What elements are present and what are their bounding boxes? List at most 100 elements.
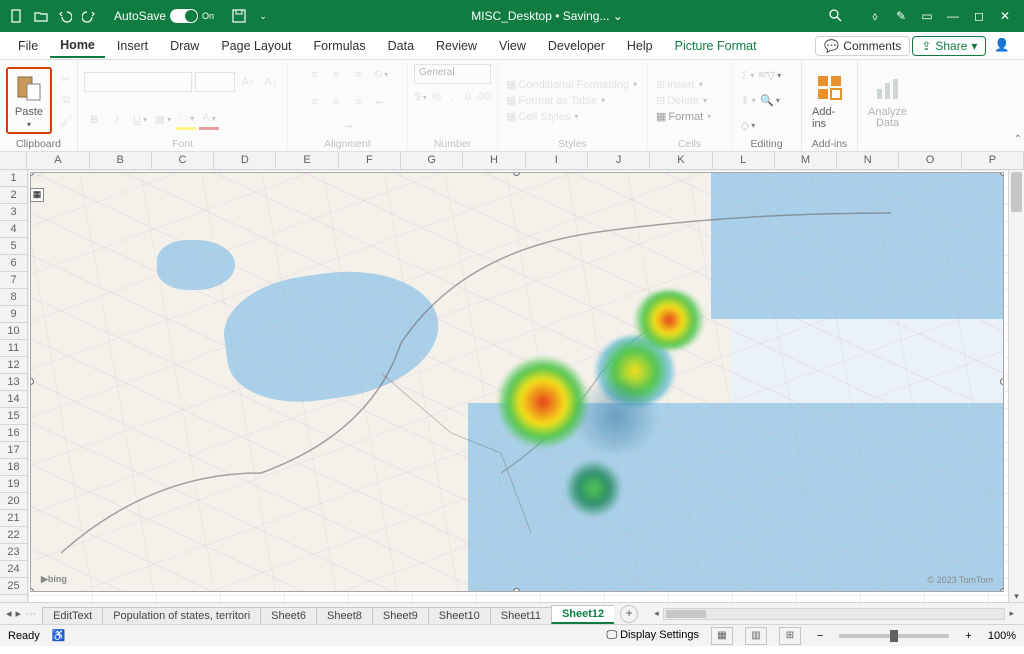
bold-icon[interactable]: B [84, 110, 104, 130]
addins-button[interactable]: Add-ins [808, 70, 851, 132]
col-header[interactable]: D [214, 152, 276, 169]
increase-font-icon[interactable]: A↑ [238, 72, 258, 92]
align-center-icon[interactable]: ≡ [327, 92, 347, 112]
align-left-icon[interactable]: ≡ [305, 92, 325, 112]
cells-grid[interactable]: ▶bing © 2023 TomTom ▦ [28, 170, 1008, 602]
autosave-toggle[interactable]: AutoSave On [106, 9, 222, 23]
col-header[interactable]: P [962, 152, 1024, 169]
resize-handle[interactable] [30, 588, 34, 592]
indent-inc-icon[interactable]: ⇥ [338, 116, 358, 136]
align-right-icon[interactable]: ≡ [349, 92, 369, 112]
font-color-icon[interactable]: A [199, 110, 219, 130]
tab-help[interactable]: Help [617, 35, 663, 57]
tab-page-layout[interactable]: Page Layout [211, 35, 301, 57]
maximize-icon[interactable]: ◻ [970, 7, 988, 25]
zoom-in-icon[interactable]: + [961, 630, 975, 642]
tab-developer[interactable]: Developer [538, 35, 615, 57]
copy-icon[interactable]: ⧉ [56, 91, 76, 111]
resize-handle[interactable] [1000, 172, 1004, 176]
comments-button[interactable]: 💬 Comments [815, 36, 910, 56]
clear-icon[interactable]: ◇ [738, 116, 758, 136]
hscroll-thumb[interactable] [666, 610, 706, 618]
row-header[interactable]: 6 [0, 255, 27, 272]
sheet-tab[interactable]: Sheet8 [316, 607, 373, 624]
row-header[interactable]: 22 [0, 527, 27, 544]
zoom-value[interactable]: 100% [988, 630, 1016, 642]
tab-review[interactable]: Review [426, 35, 487, 57]
align-top-icon[interactable]: ≡ [305, 65, 325, 85]
sheet-tab-active[interactable]: Sheet12 [551, 605, 614, 624]
redo-icon[interactable] [80, 7, 98, 25]
col-header[interactable]: J [588, 152, 650, 169]
tab-formulas[interactable]: Formulas [304, 35, 376, 57]
row-header[interactable]: 24 [0, 561, 27, 578]
col-header[interactable]: L [713, 152, 775, 169]
row-header[interactable]: 8 [0, 289, 27, 306]
find-icon[interactable]: 🔍 [760, 91, 780, 111]
currency-icon[interactable]: $ [414, 87, 427, 107]
sheet-next-icon[interactable]: ▸ [16, 607, 22, 620]
tab-file[interactable]: File [8, 35, 48, 57]
select-all-corner[interactable] [0, 152, 27, 169]
cut-icon[interactable]: ✂ [56, 70, 76, 90]
resize-handle[interactable] [513, 588, 520, 592]
row-header[interactable]: 9 [0, 306, 27, 323]
diamond-icon[interactable]: ⬨ [866, 7, 884, 25]
col-header[interactable]: M [775, 152, 837, 169]
tab-home[interactable]: Home [50, 34, 105, 58]
conditional-formatting-button[interactable]: ▦ Conditional Formatting [504, 77, 641, 92]
row-header[interactable]: 15 [0, 408, 27, 425]
row-header[interactable]: 3 [0, 204, 27, 221]
row-header[interactable]: 12 [0, 357, 27, 374]
row-header[interactable]: 25 [0, 578, 27, 595]
row-header[interactable]: 4 [0, 221, 27, 238]
scroll-thumb[interactable] [1011, 172, 1022, 212]
pen-icon[interactable]: ✎ [892, 7, 910, 25]
row-header[interactable]: 10 [0, 323, 27, 340]
sheet-tab[interactable]: Population of states, territori [102, 607, 261, 624]
account-icon[interactable]: 👤 [988, 38, 1016, 53]
scroll-down-icon[interactable]: ▾ [1009, 591, 1024, 602]
row-header[interactable]: 11 [0, 340, 27, 357]
ribbon-options-icon[interactable]: ▭ [918, 7, 936, 25]
sheet-tab[interactable]: Sheet11 [490, 607, 552, 624]
search-icon[interactable] [814, 8, 856, 25]
insert-cells-button[interactable]: ⊞ Insert [654, 77, 725, 92]
italic-icon[interactable]: I [107, 110, 127, 130]
col-header[interactable]: H [463, 152, 525, 169]
align-mid-icon[interactable]: ≡ [327, 65, 347, 85]
cell-styles-button[interactable]: ▦ Cell Styles [504, 109, 641, 124]
col-header[interactable]: A [27, 152, 89, 169]
fill-color-icon[interactable]: ⬚ [176, 110, 196, 130]
col-header[interactable]: G [401, 152, 463, 169]
close-icon[interactable]: ✕ [996, 7, 1014, 25]
tab-data[interactable]: Data [378, 35, 424, 57]
vertical-scrollbar[interactable]: ▴ ▾ [1008, 170, 1024, 602]
analyze-data-button[interactable]: Analyze Data [864, 71, 911, 131]
hscroll-right-icon[interactable]: ▸ [1005, 608, 1018, 619]
col-header[interactable]: O [899, 152, 961, 169]
resize-handle[interactable] [1000, 588, 1004, 592]
display-settings-button[interactable]: 🖵 Display Settings [606, 629, 699, 642]
tab-view[interactable]: View [489, 35, 536, 57]
decrease-font-icon[interactable]: A↓ [261, 72, 281, 92]
view-normal-icon[interactable]: ▦ [711, 627, 733, 645]
row-header[interactable]: 7 [0, 272, 27, 289]
col-header[interactable]: N [837, 152, 899, 169]
tab-insert[interactable]: Insert [107, 35, 158, 57]
row-header[interactable]: 16 [0, 425, 27, 442]
dec-dec-icon[interactable]: .00 [476, 87, 491, 107]
delete-cells-button[interactable]: ⊟ Delete [654, 93, 725, 108]
paste-button[interactable]: Paste ▾ [9, 70, 49, 131]
open-icon[interactable] [32, 7, 50, 25]
new-file-icon[interactable] [8, 7, 26, 25]
underline-icon[interactable]: U [130, 110, 150, 130]
number-format-select[interactable]: General [414, 64, 491, 84]
row-header[interactable]: 21 [0, 510, 27, 527]
zoom-out-icon[interactable]: − [813, 630, 827, 642]
resize-handle[interactable] [1000, 378, 1004, 385]
tab-picture-format[interactable]: Picture Format [665, 35, 767, 57]
col-header[interactable]: B [90, 152, 152, 169]
smart-tag-icon[interactable]: ▦ [30, 188, 44, 202]
sort-filter-icon[interactable]: ᵃᶻ▽ [760, 66, 780, 86]
